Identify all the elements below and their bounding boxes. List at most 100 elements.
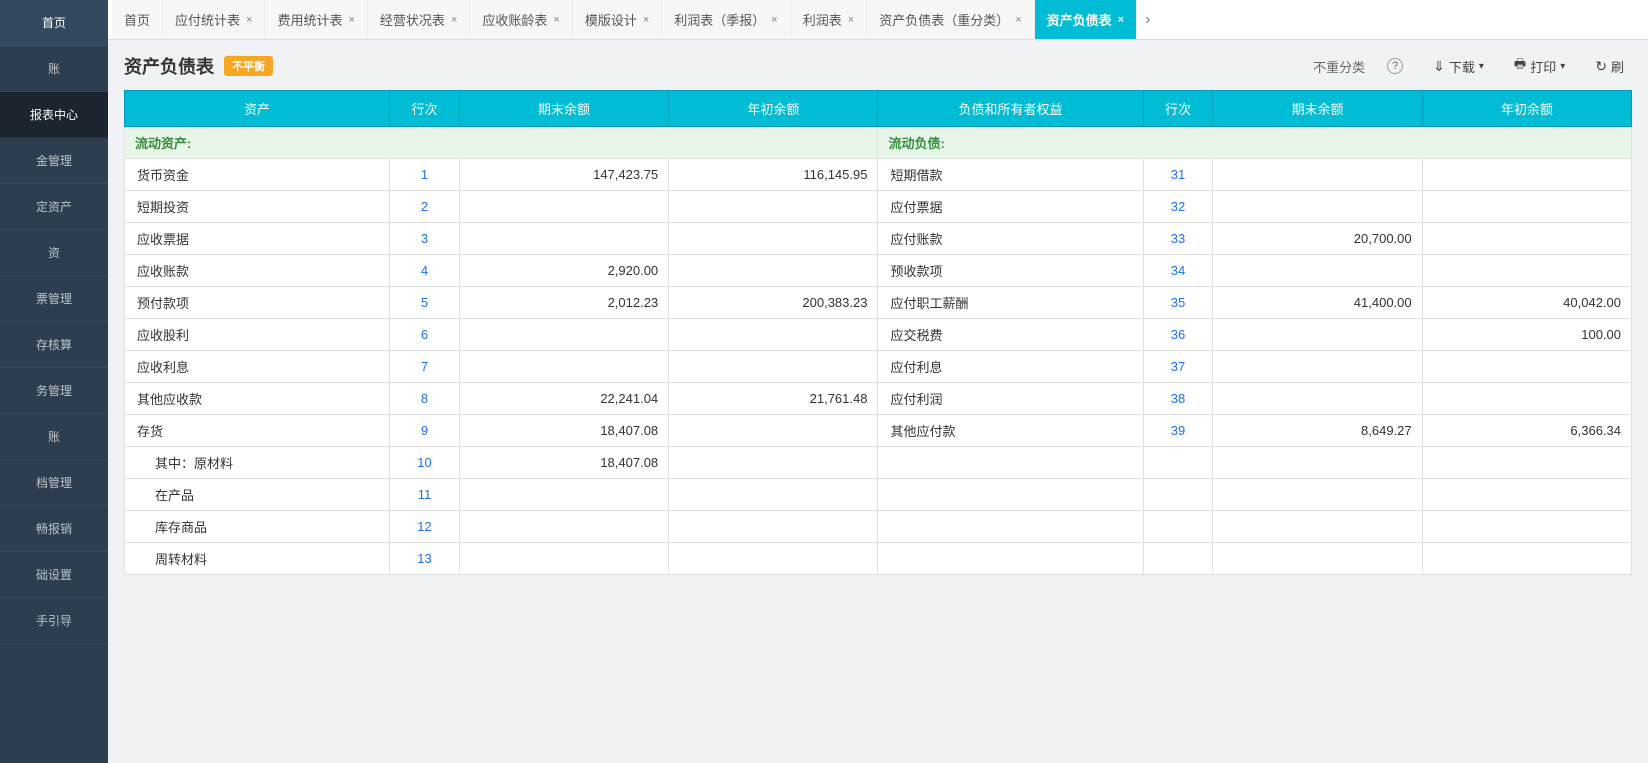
year-start-balance[interactable]	[669, 415, 878, 447]
tab-template-design[interactable]: 模版设计 ×	[573, 0, 662, 40]
tab-close-balance-reclassified[interactable]: ×	[1015, 14, 1021, 26]
end-balance2[interactable]: 41,400.00	[1213, 287, 1422, 319]
asset-name[interactable]: 在产品	[125, 479, 390, 511]
liability-name[interactable]: 短期借款	[878, 159, 1143, 191]
sidebar-item-fixed-assets[interactable]: 定资产	[0, 184, 108, 230]
end-balance2[interactable]	[1213, 255, 1422, 287]
sidebar-item-reports[interactable]: 报表中心	[0, 92, 108, 138]
end-balance2[interactable]	[1213, 319, 1422, 351]
end-balance2[interactable]	[1213, 511, 1422, 543]
liability-name[interactable]	[878, 511, 1143, 543]
liability-name[interactable]: 应付利息	[878, 351, 1143, 383]
end-balance2[interactable]	[1213, 479, 1422, 511]
end-balance2[interactable]	[1213, 543, 1422, 575]
asset-name[interactable]: 周转材料	[125, 543, 390, 575]
tab-profit-quarterly[interactable]: 利润表（季报） ×	[662, 0, 790, 40]
year-start-balance[interactable]	[669, 479, 878, 511]
sidebar-item-archive[interactable]: 档管理	[0, 460, 108, 506]
tab-close-profit-quarterly[interactable]: ×	[771, 14, 777, 26]
sidebar-item-guide[interactable]: 手引导	[0, 598, 108, 644]
asset-name[interactable]: 短期投资	[125, 191, 390, 223]
liability-name[interactable]	[878, 543, 1143, 575]
year-start-balance[interactable]	[669, 319, 878, 351]
tab-payable-stats[interactable]: 应付统计表 ×	[163, 0, 265, 40]
liability-name[interactable]	[878, 479, 1143, 511]
sidebar-item-invoice[interactable]: 票管理	[0, 276, 108, 322]
liability-name[interactable]	[878, 447, 1143, 479]
year-start-balance[interactable]	[669, 223, 878, 255]
tab-profit[interactable]: 利润表 ×	[791, 0, 867, 40]
print-button[interactable]: 🖶 打印 ▾	[1506, 52, 1573, 80]
tab-balance-sheet[interactable]: 资产负债表 ×	[1035, 0, 1137, 40]
tab-expense-stats[interactable]: 费用统计表 ×	[265, 0, 367, 40]
year-start-balance2[interactable]	[1422, 351, 1631, 383]
year-start-balance2[interactable]: 6,366.34	[1422, 415, 1631, 447]
year-start-balance[interactable]	[669, 447, 878, 479]
asset-name[interactable]: 其他应收款	[125, 383, 390, 415]
sidebar-item-capital[interactable]: 资	[0, 230, 108, 276]
refresh-button[interactable]: ↻ 刷	[1587, 54, 1632, 79]
tab-business-status[interactable]: 经营状况表 ×	[368, 0, 470, 40]
year-start-balance[interactable]: 116,145.95	[669, 159, 878, 191]
end-balance2[interactable]: 8,649.27	[1213, 415, 1422, 447]
year-start-balance2[interactable]: 40,042.00	[1422, 287, 1631, 319]
tab-balance-reclassified[interactable]: 资产负债表（重分类） ×	[867, 0, 1034, 40]
end-balance[interactable]	[459, 191, 668, 223]
end-balance[interactable]	[459, 319, 668, 351]
end-balance2[interactable]	[1213, 383, 1422, 415]
tab-close-payable-stats[interactable]: ×	[246, 14, 252, 26]
year-start-balance[interactable]	[669, 543, 878, 575]
asset-name[interactable]: 存货	[125, 415, 390, 447]
liability-name[interactable]: 其他应付款	[878, 415, 1143, 447]
liability-name[interactable]: 应付职工薪酬	[878, 287, 1143, 319]
year-start-balance2[interactable]	[1422, 255, 1631, 287]
end-balance2[interactable]: 20,700.00	[1213, 223, 1422, 255]
asset-name[interactable]: 货币资金	[125, 159, 390, 191]
sidebar-item-account[interactable]: 账	[0, 414, 108, 460]
year-start-balance2[interactable]	[1422, 383, 1631, 415]
sidebar-item-tax[interactable]: 务管理	[0, 368, 108, 414]
year-start-balance2[interactable]	[1422, 191, 1631, 223]
end-balance[interactable]: 2,012.23	[459, 287, 668, 319]
end-balance[interactable]	[459, 479, 668, 511]
tab-close-business-status[interactable]: ×	[451, 14, 457, 26]
year-start-balance2[interactable]	[1422, 447, 1631, 479]
end-balance[interactable]	[459, 351, 668, 383]
asset-name[interactable]: 库存商品	[125, 511, 390, 543]
year-start-balance2[interactable]: 100.00	[1422, 319, 1631, 351]
end-balance[interactable]: 18,407.08	[459, 415, 668, 447]
year-start-balance[interactable]: 200,383.23	[669, 287, 878, 319]
end-balance2[interactable]	[1213, 191, 1422, 223]
end-balance[interactable]	[459, 511, 668, 543]
year-start-balance2[interactable]	[1422, 543, 1631, 575]
tab-home[interactable]: 首页	[112, 0, 163, 40]
sidebar-item-home[interactable]: 首页	[0, 0, 108, 46]
liability-name[interactable]: 应付利润	[878, 383, 1143, 415]
download-button[interactable]: ⇓ 下载 ▾	[1425, 54, 1492, 79]
sidebar-item-ledger[interactable]: 账	[0, 46, 108, 92]
year-start-balance[interactable]	[669, 511, 878, 543]
liability-name[interactable]: 应付票据	[878, 191, 1143, 223]
asset-name[interactable]: 预付款项	[125, 287, 390, 319]
end-balance2[interactable]	[1213, 447, 1422, 479]
tab-scroll-right[interactable]: ›	[1137, 11, 1158, 29]
sidebar-item-cash[interactable]: 金管理	[0, 138, 108, 184]
asset-name[interactable]: 应收账款	[125, 255, 390, 287]
tab-close-expense-stats[interactable]: ×	[348, 14, 354, 26]
tab-close-balance-sheet[interactable]: ×	[1118, 14, 1124, 26]
sidebar-item-settings[interactable]: 础设置	[0, 552, 108, 598]
year-start-balance2[interactable]	[1422, 159, 1631, 191]
year-start-balance2[interactable]	[1422, 223, 1631, 255]
asset-name[interactable]: 应收利息	[125, 351, 390, 383]
liability-name[interactable]: 应交税费	[878, 319, 1143, 351]
year-start-balance[interactable]	[669, 351, 878, 383]
tab-close-template-design[interactable]: ×	[643, 14, 649, 26]
liability-name[interactable]: 预收款项	[878, 255, 1143, 287]
end-balance[interactable]	[459, 543, 668, 575]
year-start-balance[interactable]	[669, 255, 878, 287]
end-balance[interactable]: 147,423.75	[459, 159, 668, 191]
asset-name[interactable]: 应收股利	[125, 319, 390, 351]
end-balance2[interactable]	[1213, 159, 1422, 191]
asset-name[interactable]: 应收票据	[125, 223, 390, 255]
end-balance[interactable]	[459, 223, 668, 255]
